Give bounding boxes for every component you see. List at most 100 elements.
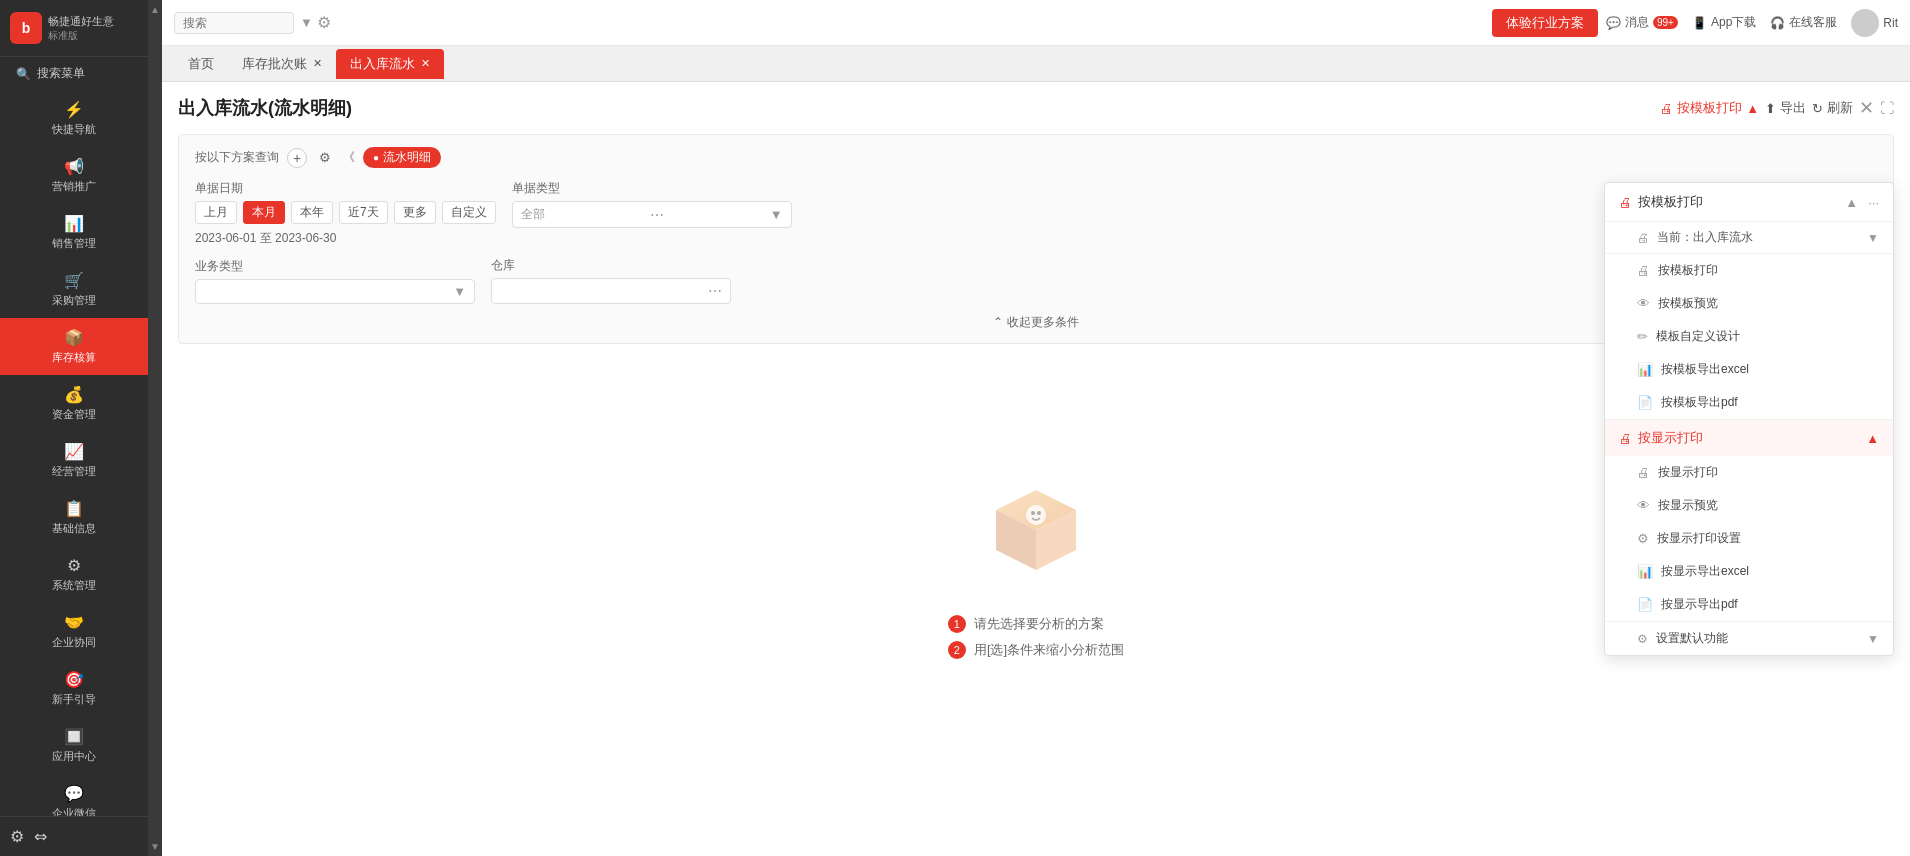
topbar-dropdown-arrow[interactable]: ▼ (300, 15, 313, 30)
scroll-up-arrow[interactable]: ▲ (150, 4, 160, 15)
inventory-icon: 📦 (64, 328, 84, 347)
filter-setting-btn[interactable]: ⚙ (315, 148, 335, 168)
app-download-btn[interactable]: 📱 App下载 (1692, 14, 1756, 31)
display-excel-icon: 📊 (1637, 564, 1653, 579)
svg-point-3 (1026, 505, 1046, 525)
sidebar-item-inventory[interactable]: 📦 库存核算 (0, 318, 148, 375)
industry-btn[interactable]: 体验行业方案 (1492, 9, 1598, 37)
sidebar-scrollbar[interactable]: ▲ ▼ (148, 0, 162, 856)
online-service-btn[interactable]: 🎧 在线客服 (1770, 14, 1837, 31)
voucher-type-select[interactable]: 全部 ⋯ ▼ (512, 201, 792, 228)
tab-home[interactable]: 首页 (174, 49, 228, 79)
sidebar-item-app-center[interactable]: 🔲 应用中心 (0, 717, 148, 774)
dropdown-template-print-header[interactable]: 🖨 按模板打印 ▲ ··· (1605, 183, 1893, 222)
filter-header: 按以下方案查询 + ⚙ 《 ● 流水明细 (195, 147, 1877, 168)
current-label-icon: 🖨 (1637, 231, 1649, 245)
app-logo-icon: b (10, 12, 42, 44)
tab-batch-account-close[interactable]: ✕ (313, 57, 322, 70)
step-num-1: 1 (948, 615, 966, 633)
search-icon: 🔍 (16, 67, 31, 81)
date-current-year-btn[interactable]: 本年 (291, 201, 333, 224)
system-icon: ⚙ (67, 556, 81, 575)
dropdown-template-pdf-btn[interactable]: 📄 按模板导出pdf (1605, 386, 1893, 419)
warehouse-select[interactable]: ⋯ (491, 278, 731, 304)
sidebar-item-quick-nav[interactable]: ⚡ 快捷导航 (0, 90, 148, 147)
dropdown-display-print-settings-btn[interactable]: ⚙ 按显示打印设置 (1605, 522, 1893, 555)
dropdown-display-print-section[interactable]: 🖨 按显示打印 ▲ (1605, 420, 1893, 456)
export-icon: ⬆ (1765, 101, 1776, 116)
filter-voucher-type-field: 单据类型 全部 ⋯ ▼ (512, 180, 792, 228)
template-customize-icon: ✏ (1637, 329, 1648, 344)
guide-icon: 🎯 (64, 670, 84, 689)
template-excel-icon: 📊 (1637, 362, 1653, 377)
scroll-down-arrow[interactable]: ▼ (150, 841, 160, 852)
tab-inventory-flow-close[interactable]: ✕ (421, 57, 430, 70)
filter-collapse-btn[interactable]: 《 (343, 149, 355, 166)
voucher-type-placeholder: 全部 (521, 206, 545, 223)
export-btn[interactable]: ⬆ 导出 (1765, 99, 1806, 117)
sidebar-search[interactable]: 🔍 搜索菜单 (0, 57, 148, 90)
printer-icon: 🖨 (1660, 101, 1673, 116)
sidebar-item-guide[interactable]: 🎯 新手引导 (0, 660, 148, 717)
settings-bottom-icon[interactable]: ⚙ (10, 827, 24, 846)
refresh-icon: ↻ (1812, 101, 1823, 116)
dropdown-display-preview-btn[interactable]: 👁 按显示预览 (1605, 489, 1893, 522)
dropdown-display-print-btn[interactable]: 🖨 按显示打印 (1605, 456, 1893, 489)
dropdown-template-print-btn[interactable]: 🖨 按模板打印 (1605, 254, 1893, 287)
set-default-arrow: ▼ (1867, 632, 1879, 646)
sales-icon: 📊 (64, 214, 84, 233)
svg-point-5 (1037, 511, 1041, 515)
svg-point-4 (1031, 511, 1035, 515)
operations-icon: 📈 (64, 442, 84, 461)
app-icon: 📱 (1692, 16, 1707, 30)
enterprise-collab-icon: 🤝 (64, 613, 84, 632)
sidebar-item-finance[interactable]: 💰 资金管理 (0, 375, 148, 432)
app-logo-text: 畅捷通好生意 标准版 (48, 14, 114, 41)
voucher-type-label: 单据类型 (512, 180, 792, 197)
dropdown-template-preview-btn[interactable]: 👁 按模板预览 (1605, 287, 1893, 320)
refresh-btn[interactable]: ↻ 刷新 (1812, 99, 1853, 117)
dropdown-template-customize-btn[interactable]: ✏ 模板自定义设计 (1605, 320, 1893, 353)
date-more-btn[interactable]: 更多 (394, 201, 436, 224)
page-close-btn[interactable]: ✕ (1859, 97, 1874, 119)
user-avatar[interactable]: Rit (1851, 9, 1898, 37)
date-current-month-btn[interactable]: 本月 (243, 201, 285, 224)
date-range-display: 2023-06-01 至 2023-06-30 (195, 230, 496, 247)
date-field-label: 单据日期 (195, 180, 496, 197)
empty-steps: 1 请先选择要分析的方案 2 用[选]条件来缩小分析范围 (948, 615, 1124, 667)
sidebar-item-system[interactable]: ⚙ 系统管理 (0, 546, 148, 603)
voucher-type-dropdown-icon[interactable]: ⋯ (650, 207, 664, 223)
sidebar-item-purchase[interactable]: 🛒 采购管理 (0, 261, 148, 318)
topbar-gear-icon[interactable]: ⚙ (317, 13, 331, 32)
sidebar-item-operations[interactable]: 📈 经营管理 (0, 432, 148, 489)
tab-inventory-flow[interactable]: 出入库流水 ✕ (336, 49, 444, 79)
display-pdf-icon: 📄 (1637, 597, 1653, 612)
voucher-type-arrow-icon[interactable]: ▼ (770, 207, 783, 222)
print-template-btn[interactable]: 🖨 按模板打印 ▲ (1660, 99, 1759, 117)
tab-batch-account[interactable]: 库存批次账 ✕ (228, 49, 336, 79)
warehouse-dots-icon[interactable]: ⋯ (708, 283, 722, 299)
display-print-section-icon: 🖨 (1619, 431, 1632, 446)
dropdown-display-excel-btn[interactable]: 📊 按显示导出excel (1605, 555, 1893, 588)
topbar-search-input[interactable] (174, 12, 294, 34)
dropdown-template-excel-btn[interactable]: 📊 按模板导出excel (1605, 353, 1893, 386)
sidebar-item-enterprise-wechat[interactable]: 💬 企业微信 (0, 774, 148, 816)
date-custom-btn[interactable]: 自定义 (442, 201, 496, 224)
message-btn[interactable]: 💬 消息 99+ (1606, 14, 1678, 31)
empty-step-1: 1 请先选择要分析的方案 (948, 615, 1124, 633)
set-default-icon: ⚙ (1637, 632, 1648, 646)
sidebar-item-marketing[interactable]: 📢 营销推广 (0, 147, 148, 204)
dropdown-display-pdf-btn[interactable]: 📄 按显示导出pdf (1605, 588, 1893, 621)
toggle-sidebar-icon[interactable]: ⇔ (34, 827, 47, 846)
business-type-arrow-icon[interactable]: ▼ (453, 284, 466, 299)
page-expand-btn[interactable]: ⛶ (1880, 100, 1894, 116)
sidebar-item-enterprise-collab[interactable]: 🤝 企业协同 (0, 603, 148, 660)
dropdown-set-default-btn[interactable]: ⚙ 设置默认功能 ▼ (1605, 622, 1893, 655)
filter-active-tag[interactable]: ● 流水明细 (363, 147, 441, 168)
sidebar-item-basic-info[interactable]: 📋 基础信息 (0, 489, 148, 546)
business-type-select[interactable]: ▼ (195, 279, 475, 304)
sidebar-item-sales[interactable]: 📊 销售管理 (0, 204, 148, 261)
filter-add-btn[interactable]: + (287, 148, 307, 168)
date-last-month-btn[interactable]: 上月 (195, 201, 237, 224)
date-last-7days-btn[interactable]: 近7天 (339, 201, 388, 224)
